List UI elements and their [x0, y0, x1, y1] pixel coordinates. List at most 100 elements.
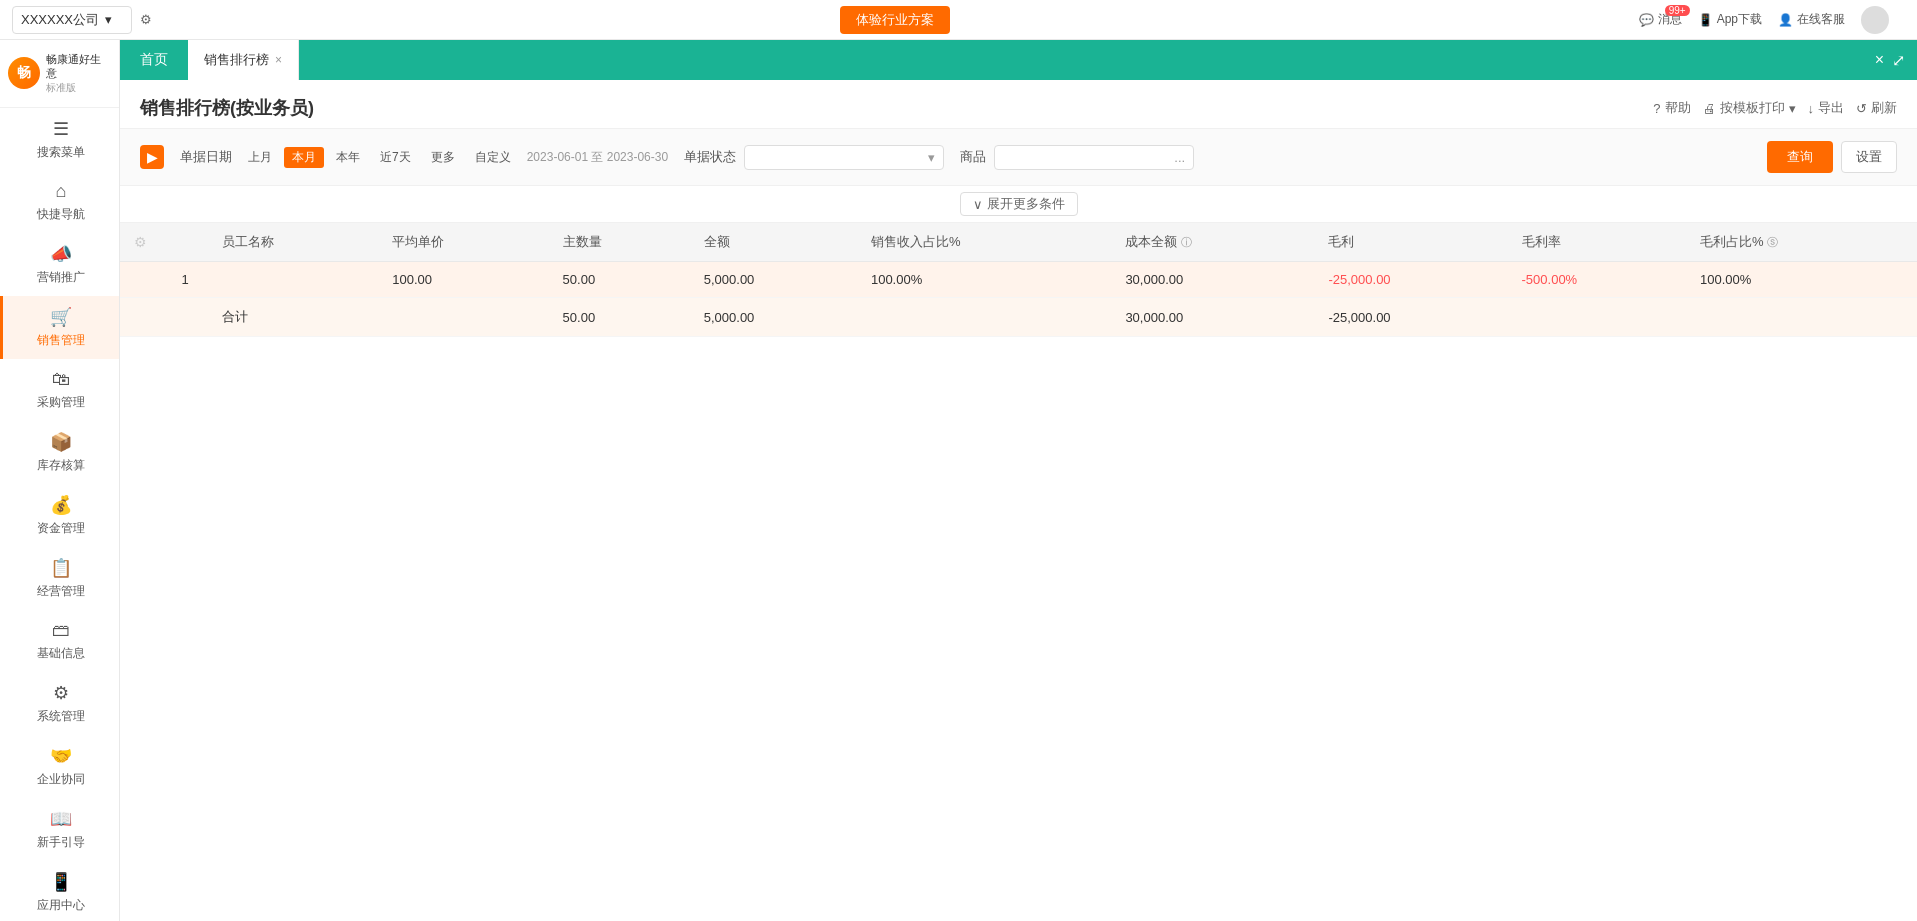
message-icon: 💬	[1639, 13, 1654, 27]
expand-bar: ∨ 展开更多条件	[120, 186, 1917, 223]
td-footer-empty1	[120, 298, 160, 337]
sidebar-logo: 畅 畅康通好生意 标准版	[0, 40, 119, 108]
sidebar-item-marketing[interactable]: 📣 营销推广	[0, 233, 119, 296]
book-icon: 📖	[50, 808, 72, 830]
sidebar-label-basic-info: 基础信息	[37, 645, 85, 662]
td-footer-amount: 5,000.00	[692, 298, 859, 337]
date-filter-label: 单据日期	[180, 148, 232, 166]
message-item[interactable]: 💬 消息 99+	[1639, 11, 1682, 28]
avatar[interactable]	[1861, 6, 1889, 34]
date-btn-custom[interactable]: 自定义	[467, 147, 519, 168]
status-filter-label: 单据状态	[684, 148, 736, 166]
sidebar-item-guide[interactable]: 📖 新手引导	[0, 798, 119, 861]
th-profit-pct: 毛利占比% ⓢ	[1688, 223, 1917, 262]
cost-info-icon[interactable]: ⓘ	[1181, 236, 1192, 248]
sidebar-label-system: 系统管理	[37, 708, 85, 725]
date-range-display: 2023-06-01 至 2023-06-30	[527, 149, 668, 166]
window-expand-button[interactable]: ⤢	[1892, 51, 1905, 70]
tab-home[interactable]: 首页	[120, 40, 188, 80]
expand-more-conditions-button[interactable]: ∨ 展开更多条件	[960, 192, 1078, 216]
chevron-down-icon: ▾	[105, 12, 112, 27]
app-download-item[interactable]: 📱 App下载	[1698, 11, 1762, 28]
tab-actions: × ⤢	[1863, 51, 1917, 70]
sidebar-item-basic-info[interactable]: 🗃 基础信息	[0, 610, 119, 672]
mobile-app-icon: 📱	[50, 871, 72, 893]
th-rank	[160, 223, 210, 262]
help-button[interactable]: ? 帮助	[1653, 99, 1690, 117]
goods-select[interactable]: ...	[994, 145, 1194, 170]
sidebar-item-app-center[interactable]: 📱 应用中心	[0, 861, 119, 921]
th-sales-pct: 销售收入占比%	[859, 223, 1113, 262]
filter-right: 查询 设置	[1767, 141, 1897, 173]
company-selector[interactable]: XXXXXX公司 ▾	[12, 6, 132, 34]
clipboard-icon: 📋	[50, 557, 72, 579]
sidebar-label-quick-nav: 快捷导航	[37, 206, 85, 223]
export-label: 导出	[1818, 99, 1844, 117]
date-btn-this-month[interactable]: 本月	[284, 147, 324, 168]
td-footer-avg-price	[380, 298, 550, 337]
sidebar-label-search-order: 搜索菜单	[37, 144, 85, 161]
window-close-button[interactable]: ×	[1875, 51, 1884, 69]
sidebar-item-finance[interactable]: 💰 资金管理	[0, 484, 119, 547]
table-container: ⚙ 员工名称 平均单价 主数量 全额 销售收入占比% 成本全额 ⓘ 毛利	[120, 223, 1917, 337]
online-service-label: 在线客服	[1797, 11, 1845, 28]
sidebar-label-inventory: 库存核算	[37, 457, 85, 474]
td-profit-pct: 100.00%	[1688, 262, 1917, 298]
td-footer-profit-pct	[1688, 298, 1917, 337]
goods-select-arrow: ...	[1174, 150, 1185, 165]
handshake-icon: 🤝	[50, 745, 72, 767]
tab-sales-ranking[interactable]: 销售排行榜 ×	[188, 40, 299, 80]
date-btn-last-month[interactable]: 上月	[240, 147, 280, 168]
td-rank: 1	[160, 262, 210, 298]
date-btn-this-year[interactable]: 本年	[328, 147, 368, 168]
setting-button[interactable]: 设置	[1841, 141, 1897, 173]
gear-settings-icon[interactable]: ⚙	[134, 234, 147, 250]
print-arrow-icon: ▾	[1789, 101, 1796, 116]
query-button[interactable]: 查询	[1767, 141, 1833, 173]
sidebar-label-purchase: 采购管理	[37, 394, 85, 411]
goods-filter-label: 商品	[960, 148, 986, 166]
td-footer-profit: -25,000.00	[1316, 298, 1509, 337]
page-content: 销售排行榜(按业务员) ? 帮助 🖨 按模板打印 ▾ ↓ 导出	[120, 80, 1917, 921]
date-btn-7days[interactable]: 近7天	[372, 147, 419, 168]
logo-line1: 畅康通好生意	[46, 52, 111, 81]
profit-pct-info-icon[interactable]: ⓢ	[1767, 236, 1778, 248]
table-row: 1 100.00 50.00 5,000.00 100.00% 30,000.0…	[120, 262, 1917, 298]
print-button[interactable]: 🖨 按模板打印 ▾	[1703, 99, 1796, 117]
trial-button[interactable]: 体验行业方案	[840, 6, 950, 34]
td-avg-price: 100.00	[380, 262, 550, 298]
main-content: 首页 销售排行榜 × × ⤢ 销售排行榜(按业务员) ? 帮助	[120, 40, 1917, 921]
table-footer-row: 合计 50.00 5,000.00 30,000.00 -25,000.00	[120, 298, 1917, 337]
status-select[interactable]: ▾	[744, 145, 944, 170]
td-footer-label: 合计	[210, 298, 380, 337]
th-cost: 成本全额 ⓘ	[1113, 223, 1316, 262]
cart-icon: 🛒	[50, 306, 72, 328]
sidebar-item-search-order[interactable]: ☰ 搜索菜单	[0, 108, 119, 171]
date-btn-more[interactable]: 更多	[423, 147, 463, 168]
export-button[interactable]: ↓ 导出	[1808, 99, 1845, 117]
online-service-item[interactable]: 👤 在线客服	[1778, 11, 1845, 28]
date-filter-group: 单据日期 上月 本月 本年 近7天 更多 自定义 2023-06-01 至 20…	[180, 147, 668, 168]
status-filter-group: 单据状态 ▾	[684, 145, 944, 170]
sidebar-label-marketing: 营销推广	[37, 269, 85, 286]
sidebar-item-sales[interactable]: 🛒 销售管理	[0, 296, 119, 359]
sidebar-item-enterprise-collab[interactable]: 🤝 企业协同	[0, 735, 119, 798]
page-actions: ? 帮助 🖨 按模板打印 ▾ ↓ 导出 ↺ 刷新	[1653, 99, 1897, 117]
gear-icon: ⚙	[53, 682, 69, 704]
sidebar-item-inventory[interactable]: 📦 库存核算	[0, 421, 119, 484]
refresh-button[interactable]: ↺ 刷新	[1856, 99, 1897, 117]
logo-line2: 标准版	[46, 81, 111, 95]
top-bar-right: 💬 消息 99+ 📱 App下载 👤 在线客服	[1639, 6, 1905, 34]
td-cost: 30,000.00	[1113, 262, 1316, 298]
sidebar-label-operations: 经营管理	[37, 583, 85, 600]
tab-close-icon[interactable]: ×	[275, 53, 282, 67]
sidebar-item-system[interactable]: ⚙ 系统管理	[0, 672, 119, 735]
td-qty: 50.00	[551, 262, 692, 298]
sidebar-item-operations[interactable]: 📋 经营管理	[0, 547, 119, 610]
gear-icon-top[interactable]: ⚙	[140, 12, 152, 27]
sidebar-item-quick-nav[interactable]: ⌂ 快捷导航	[0, 171, 119, 233]
sidebar-item-purchase[interactable]: 🛍 采购管理	[0, 359, 119, 421]
page-header: 销售排行榜(按业务员) ? 帮助 🖨 按模板打印 ▾ ↓ 导出	[120, 80, 1917, 129]
filter-toggle-button[interactable]: ▶	[140, 145, 164, 169]
sidebar-label-enterprise-collab: 企业协同	[37, 771, 85, 788]
